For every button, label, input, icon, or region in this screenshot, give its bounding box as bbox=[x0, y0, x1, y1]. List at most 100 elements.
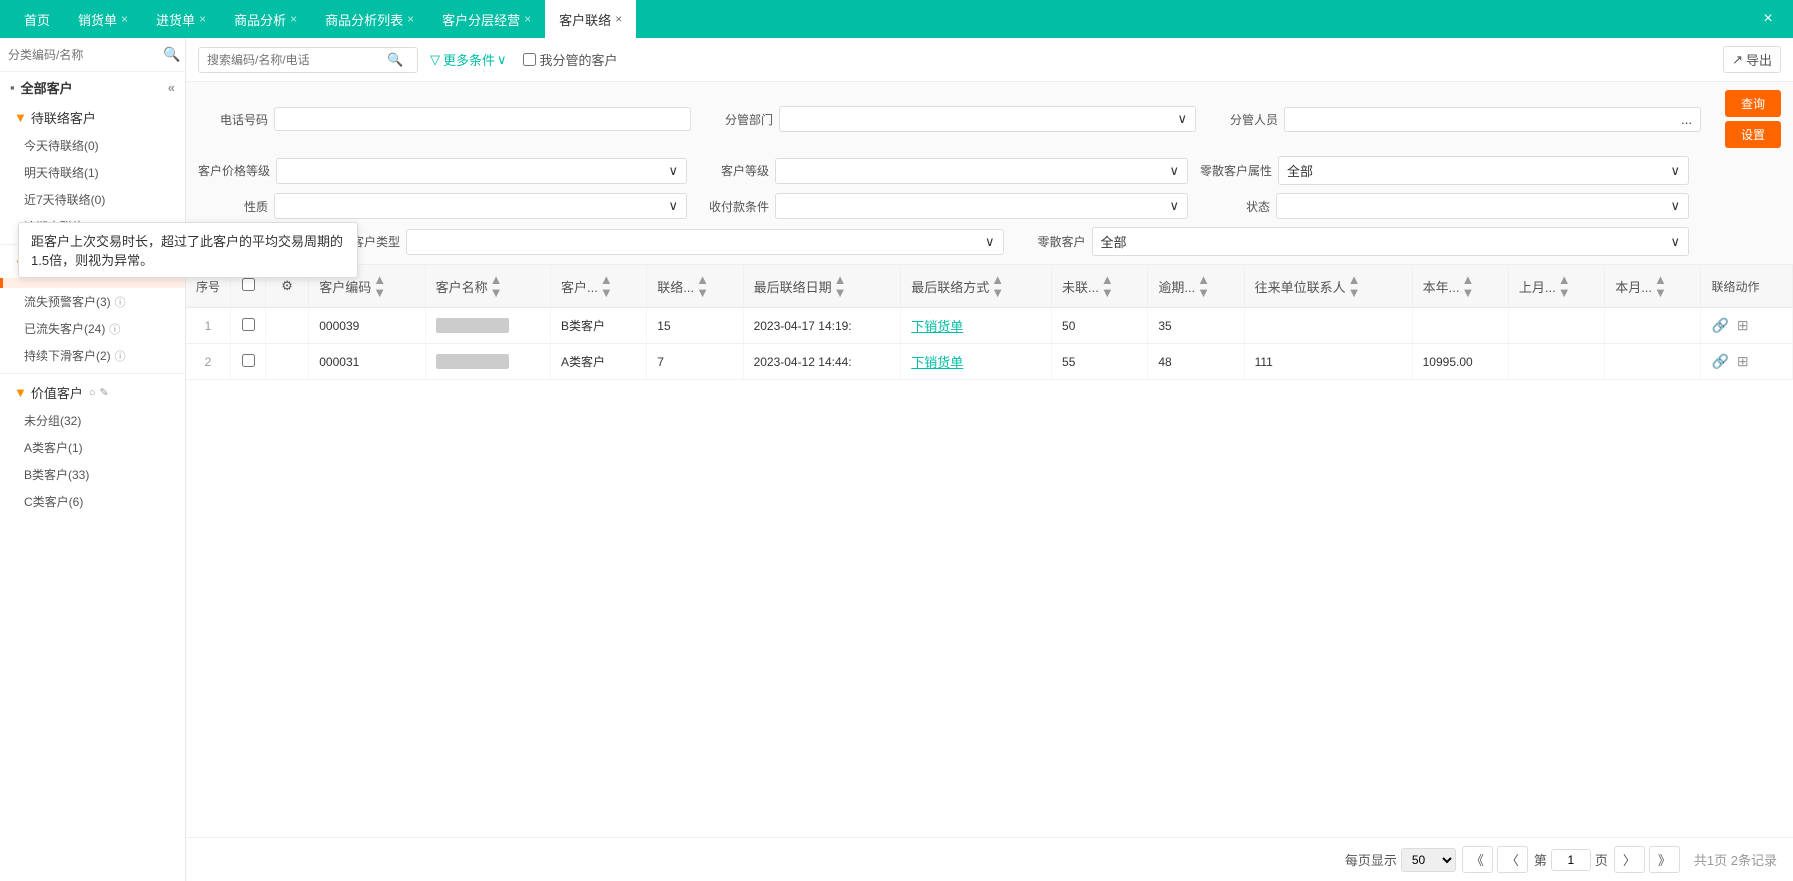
sidebar-item-repurchase-active[interactable] bbox=[0, 278, 185, 288]
col-header-category: 客户... ▲▼ bbox=[551, 265, 647, 308]
col-header-uncontacted: 未联... ▲▼ bbox=[1052, 265, 1148, 308]
sidebar-search-input[interactable] bbox=[8, 48, 163, 62]
cell-year-1 bbox=[1412, 308, 1508, 344]
sidebar-item-7days[interactable]: 近7天待联络(0) bbox=[0, 186, 185, 213]
nav-close-purchase[interactable]: × bbox=[199, 12, 206, 26]
sidebar-group-pending[interactable]: ▼ 待联络客户 bbox=[0, 103, 185, 132]
search-icon[interactable]: 🔍 bbox=[387, 52, 403, 68]
cell-code-2: 000031 bbox=[309, 344, 425, 380]
action-link-icon-2[interactable]: 🔗 bbox=[1711, 353, 1728, 370]
nav-close-contact[interactable]: × bbox=[615, 12, 622, 26]
chevron-type-icon: ∨ bbox=[985, 234, 995, 250]
cell-num-2: 2 bbox=[186, 344, 231, 380]
edit-pencil-icon[interactable]: ✎ bbox=[100, 386, 109, 399]
customer-level-select[interactable]: ∨ bbox=[775, 158, 1188, 184]
per-page-select[interactable]: 50 100 200 bbox=[1401, 848, 1456, 872]
cell-tm-2 bbox=[1605, 344, 1701, 380]
method-link-2[interactable]: 下销货单 bbox=[911, 355, 963, 370]
filter-icon: ▽ bbox=[430, 52, 440, 68]
query-button[interactable]: 查询 bbox=[1725, 90, 1781, 117]
action-grid-icon-1[interactable]: ⊞ bbox=[1737, 317, 1749, 334]
page-input[interactable] bbox=[1551, 849, 1591, 871]
sidebar-item-declining[interactable]: 持续下滑客户(2) ⓘ bbox=[0, 342, 185, 369]
nav-product-analysis[interactable]: 商品分析 × bbox=[220, 0, 311, 38]
nav-close-list[interactable]: × bbox=[407, 12, 414, 26]
sidebar-search-area: 🔍 bbox=[0, 38, 185, 72]
sidebar-item-today[interactable]: 今天待联络(0) bbox=[0, 132, 185, 159]
dept-select[interactable]: ∨ bbox=[779, 106, 1196, 132]
nav-customer-contact[interactable]: 客户联络 × bbox=[545, 0, 636, 38]
settings-button[interactable]: 设置 bbox=[1725, 121, 1781, 148]
customer-type-select[interactable]: ∨ bbox=[406, 229, 1004, 255]
action-link-icon-1[interactable]: 🔗 bbox=[1711, 317, 1728, 334]
filter-cell-nature: 性质 ∨ bbox=[198, 193, 687, 219]
phone-input[interactable] bbox=[274, 107, 691, 131]
sidebar-collapse-btn[interactable]: « bbox=[168, 80, 175, 95]
prev-page-btn[interactable]: 〈 bbox=[1497, 846, 1528, 873]
retail-customer-select[interactable]: 全部 ∨ bbox=[1092, 227, 1690, 256]
filter-row-4: ... 客户类型 ∨ 零散客户 全部 ∨ bbox=[198, 227, 1781, 256]
sidebar-all-customers[interactable]: ▪ 全部客户 « bbox=[0, 72, 185, 103]
sidebar-item-ungroup[interactable]: 未分组(32) bbox=[0, 407, 185, 434]
row-checkbox-1[interactable] bbox=[242, 318, 255, 331]
sidebar-search-icon[interactable]: 🔍 bbox=[163, 46, 180, 63]
chevron-payment-icon: ∨ bbox=[1169, 198, 1179, 214]
filter-bar: 🔍 ▽ 更多条件 ∨ 我分管的客户 ↗ 导出 bbox=[186, 38, 1793, 82]
window-close-button[interactable]: × bbox=[1753, 4, 1783, 34]
nav-product-list[interactable]: 商品分析列表 × bbox=[311, 0, 428, 38]
action-icons-2: 🔗 ⊞ bbox=[1711, 353, 1782, 370]
col-header-last-method: 最后联络方式 ▲▼ bbox=[901, 265, 1052, 308]
sidebar-item-classB[interactable]: B类客户(33) bbox=[0, 461, 185, 488]
person-select[interactable]: ... bbox=[1284, 107, 1701, 132]
chevron-status-icon: ∨ bbox=[1670, 198, 1680, 214]
export-icon: ↗ bbox=[1732, 52, 1743, 68]
payment-select[interactable]: ∨ bbox=[775, 193, 1188, 219]
price-level-select[interactable]: ∨ bbox=[276, 158, 687, 184]
nav-customer-segment[interactable]: 客户分层经营 × bbox=[428, 0, 545, 38]
row-checkbox-2[interactable] bbox=[242, 354, 255, 367]
status-select[interactable]: ∨ bbox=[1276, 193, 1689, 219]
table-header-row: 序号 ⚙ 客户编码 ▲▼ bbox=[186, 265, 1793, 308]
sort-cat-icon: ▲▼ bbox=[600, 273, 613, 299]
expand-icon: ▪ bbox=[10, 80, 15, 95]
sidebar-item-loss-warning[interactable]: 流失预警客户(3) ⓘ bbox=[0, 288, 185, 315]
nature-select[interactable]: ∨ bbox=[274, 193, 687, 219]
my-customers-checkbox[interactable] bbox=[523, 53, 536, 66]
more-conditions-btn[interactable]: ▽ 更多条件 ∨ bbox=[430, 50, 507, 69]
action-grid-icon-2[interactable]: ⊞ bbox=[1737, 353, 1749, 370]
nav-close-product[interactable]: × bbox=[290, 12, 297, 26]
sort-name-icon: ▲▼ bbox=[490, 273, 503, 299]
next-page-btn[interactable]: 〉 bbox=[1614, 846, 1645, 873]
filter-cell-status: 状态 ∨ bbox=[1200, 193, 1689, 219]
filter-cell-customer-level: 客户等级 ∨ bbox=[699, 158, 1188, 184]
cell-overdue-1: 35 bbox=[1148, 308, 1244, 344]
export-button[interactable]: ↗ 导出 bbox=[1723, 46, 1781, 73]
method-link-1[interactable]: 下销货单 bbox=[911, 319, 963, 334]
cell-name-2: ████████ bbox=[425, 344, 550, 380]
cell-method-2: 下销货单 bbox=[901, 344, 1052, 380]
table-area: 序号 ⚙ 客户编码 ▲▼ bbox=[186, 265, 1793, 837]
sidebar-item-classA[interactable]: A类客户(1) bbox=[0, 434, 185, 461]
col-header-partners: 往来单位联系人 ▲▼ bbox=[1244, 265, 1412, 308]
nav-close-sales[interactable]: × bbox=[121, 12, 128, 26]
col-header-this-month: 本月... ▲▼ bbox=[1605, 265, 1701, 308]
cell-tm-1 bbox=[1605, 308, 1701, 344]
first-page-btn[interactable]: 《 bbox=[1462, 846, 1493, 873]
settings-gear-icon[interactable]: ⚙ bbox=[281, 278, 293, 294]
customer-table: 序号 ⚙ 客户编码 ▲▼ bbox=[186, 265, 1793, 380]
nav-close-segment[interactable]: × bbox=[524, 12, 531, 26]
edit-icon-value[interactable]: ○ bbox=[89, 387, 96, 399]
sidebar-item-lost[interactable]: 已流失客户(24) ⓘ bbox=[0, 315, 185, 342]
sidebar-group-value[interactable]: ▼ 价值客户 ○ ✎ bbox=[0, 378, 185, 407]
cell-contact-2: 7 bbox=[647, 344, 743, 380]
sidebar-item-tomorrow[interactable]: 明天待联络(1) bbox=[0, 159, 185, 186]
sidebar-item-classC[interactable]: C类客户(6) bbox=[0, 488, 185, 515]
nav-sales-order[interactable]: 销货单 × bbox=[64, 0, 142, 38]
select-all-checkbox[interactable] bbox=[242, 278, 255, 291]
nav-home[interactable]: 首页 bbox=[10, 0, 64, 38]
retail-attr-select[interactable]: 全部 ∨ bbox=[1278, 156, 1689, 185]
last-page-btn[interactable]: 》 bbox=[1649, 846, 1680, 873]
nav-purchase-order[interactable]: 进货单 × bbox=[142, 0, 220, 38]
search-input[interactable] bbox=[207, 53, 387, 67]
cell-uncontacted-1: 50 bbox=[1052, 308, 1148, 344]
